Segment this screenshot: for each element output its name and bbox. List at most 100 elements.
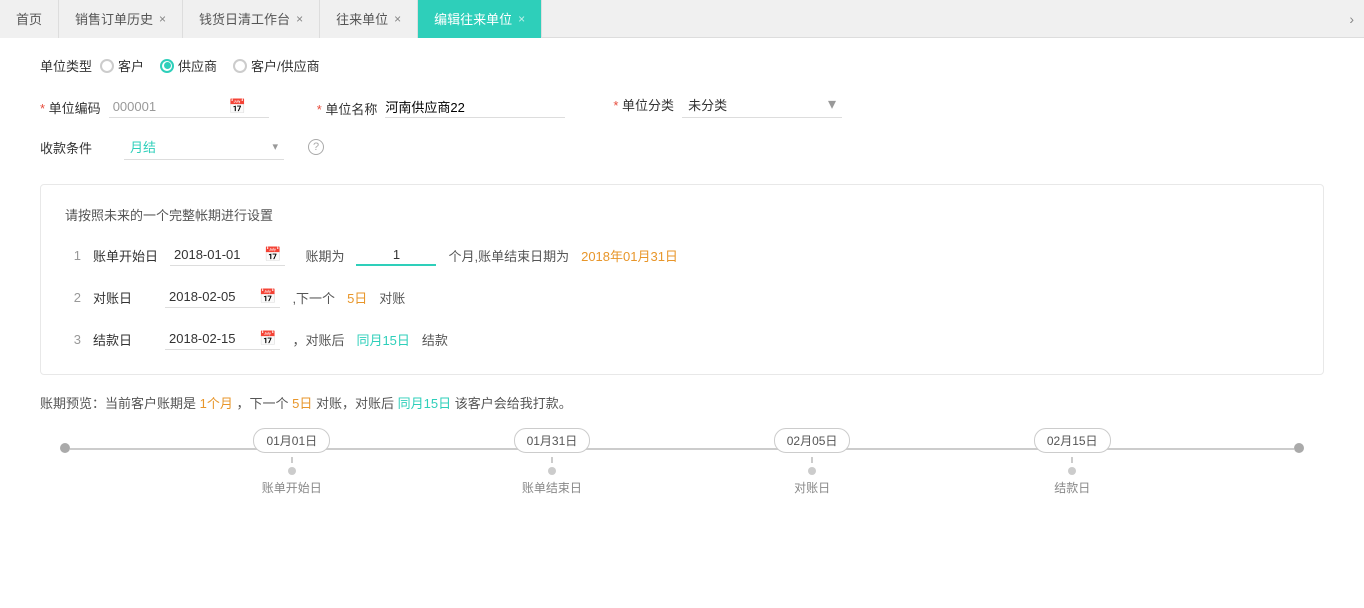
row-num-1: 1 [65,248,81,263]
settings-row-3: 3 结款日 📅 ，对账后 同月15日 结款 [65,328,1299,350]
unit-category-dropdown[interactable]: 未分类 ▾ [682,91,842,118]
unit-code-label: 单位编码 [40,98,101,117]
radio-both-label: 客户/供应商 [251,56,320,75]
tab-home[interactable]: 首页 [0,0,59,38]
tab-bar: 首页 销售订单历史 × 钱货日清工作台 × 往来单位 × 编辑往来单位 × › [0,0,1364,38]
tab-edit-partner[interactable]: 编辑往来单位 × [418,0,542,38]
row3-desc-prefix: ，对账后 [292,330,344,349]
radio-circle-both [233,59,247,73]
tab-edit-partner-label: 编辑往来单位 [434,9,512,28]
tl-endpoint-left [60,428,70,453]
row2-desc-suffix: 对账 [379,288,405,307]
timeline-point-4: 02月15日 结款日 [1034,428,1111,496]
unit-code-input[interactable] [109,96,229,117]
period-end-highlight: 2018年01月31日 [581,246,678,265]
row-label-1: 账单开始日 [93,246,158,265]
close-icon[interactable]: × [394,12,401,26]
chevron-down-icon: ▾ [272,140,278,153]
date-input-1: 📅 [170,244,285,266]
date-input-3: 📅 [165,328,280,350]
unit-info-row: 单位编码 📅 单位名称 单位分类 未分类 ▾ [40,91,1324,118]
preview-middle1: ，下一个 [237,396,289,411]
radio-customer[interactable]: 客户 [100,56,144,75]
unit-code-field: 单位编码 📅 [40,96,269,118]
unit-category-label: 单位分类 [613,95,674,114]
close-icon[interactable]: × [296,12,303,26]
tab-cash-work-label: 钱货日清工作台 [199,9,290,28]
preview-part1: 1个月 [200,396,233,411]
settings-row-2: 2 对账日 📅 ,下一个 5日 对账 [65,286,1299,308]
tl-desc-1: 账单开始日 [262,479,322,496]
period-input[interactable] [356,245,436,266]
tab-home-label: 首页 [16,9,42,28]
settings-title: 请按照未来的一个完整帐期进行设置 [65,205,1299,224]
close-icon[interactable]: × [159,12,166,26]
tab-sales-history[interactable]: 销售订单历史 × [59,0,183,38]
tab-partner[interactable]: 往来单位 × [320,0,418,38]
row3-desc-suffix: 结款 [422,330,448,349]
settings-row-1: 1 账单开始日 📅 账期为 个月,账单结束日期为 2018年01月31日 [65,244,1299,266]
unit-type-label: 单位类型 [40,56,92,75]
radio-supplier-label: 供应商 [178,56,217,75]
period-unit: 个月,账单结束日期为 [448,246,569,265]
date-field-2[interactable] [169,289,259,304]
calendar-icon-2[interactable]: 📅 [259,288,276,305]
date-field-1[interactable] [174,247,264,262]
tl-label-1: 01月01日 [253,428,330,453]
unit-category-field: 单位分类 未分类 ▾ [613,91,842,118]
unit-code-input-wrap: 📅 [109,96,269,118]
row-num-2: 2 [65,290,81,305]
calendar-icon-3[interactable]: 📅 [259,330,276,347]
tab-sales-history-label: 销售订单历史 [75,9,153,28]
chevron-right-icon: › [1349,11,1354,27]
timeline-point-3: 02月05日 对账日 [774,428,851,496]
tl-label-2: 01月31日 [514,428,591,453]
date-input-2: 📅 [165,286,280,308]
calendar-icon-1[interactable]: 📅 [264,246,281,263]
preview-prefix: 账期预览：当前客户账期是 [40,396,196,411]
unit-name-label: 单位名称 [317,99,378,118]
radio-supplier[interactable]: 供应商 [160,56,217,75]
timeline-point-1: 01月01日 账单开始日 [253,428,330,496]
close-icon[interactable]: × [518,12,525,26]
settings-box: 请按照未来的一个完整帐期进行设置 1 账单开始日 📅 账期为 个月,账单结束日期… [40,184,1324,375]
unit-name-input-wrap [385,99,565,118]
page-content: 单位类型 客户 供应商 客户/供应商 单位编码 [0,38,1364,608]
tl-desc-4: 结款日 [1054,479,1090,496]
radio-both[interactable]: 客户/供应商 [233,56,320,75]
payment-label: 收款条件 [40,138,100,157]
preview-part3: 同月15日 [398,396,451,411]
row-label-3: 结款日 [93,330,153,349]
radio-group: 客户 供应商 客户/供应商 [100,56,320,75]
payment-row: 收款条件 月结 ▾ ? [40,134,1324,160]
row3-highlight: 同月15日 [356,330,409,349]
payment-value: 月结 [130,137,272,156]
preview-part2: 5日 [292,396,312,411]
tl-label-4: 02月15日 [1034,428,1111,453]
timeline-container: 01月01日 账单开始日 01月31日 账单结束日 [40,428,1324,496]
radio-circle-customer [100,59,114,73]
calendar-icon[interactable]: 📅 [229,98,246,115]
preview-row: 账期预览：当前客户账期是 1个月 ，下一个 5日 对账，对账后 同月15日 该客… [40,393,1324,412]
row2-highlight: 5日 [347,288,367,307]
unit-name-field: 单位名称 [317,99,566,118]
preview-middle2: 对账，对账后 [316,396,394,411]
tl-desc-3: 对账日 [794,479,830,496]
radio-customer-label: 客户 [118,56,144,75]
timeline-point-2: 01月31日 账单结束日 [514,428,591,496]
unit-name-input[interactable] [385,99,565,114]
period-label: 账期为 [305,246,344,265]
tab-arrow-right[interactable]: › [1339,11,1364,27]
tl-desc-2: 账单结束日 [522,479,582,496]
help-icon[interactable]: ? [308,139,324,155]
timeline-points: 01月01日 账单开始日 01月31日 账单结束日 [60,428,1304,496]
tab-cash-work[interactable]: 钱货日清工作台 × [183,0,320,38]
radio-circle-supplier [160,59,174,73]
chevron-down-icon: ▾ [828,94,836,114]
unit-type-row: 单位类型 客户 供应商 客户/供应商 [40,56,1324,75]
payment-dropdown[interactable]: 月结 ▾ [124,134,284,160]
row-label-2: 对账日 [93,288,153,307]
date-field-3[interactable] [169,331,259,346]
unit-category-value: 未分类 [688,95,828,114]
tl-label-3: 02月05日 [774,428,851,453]
